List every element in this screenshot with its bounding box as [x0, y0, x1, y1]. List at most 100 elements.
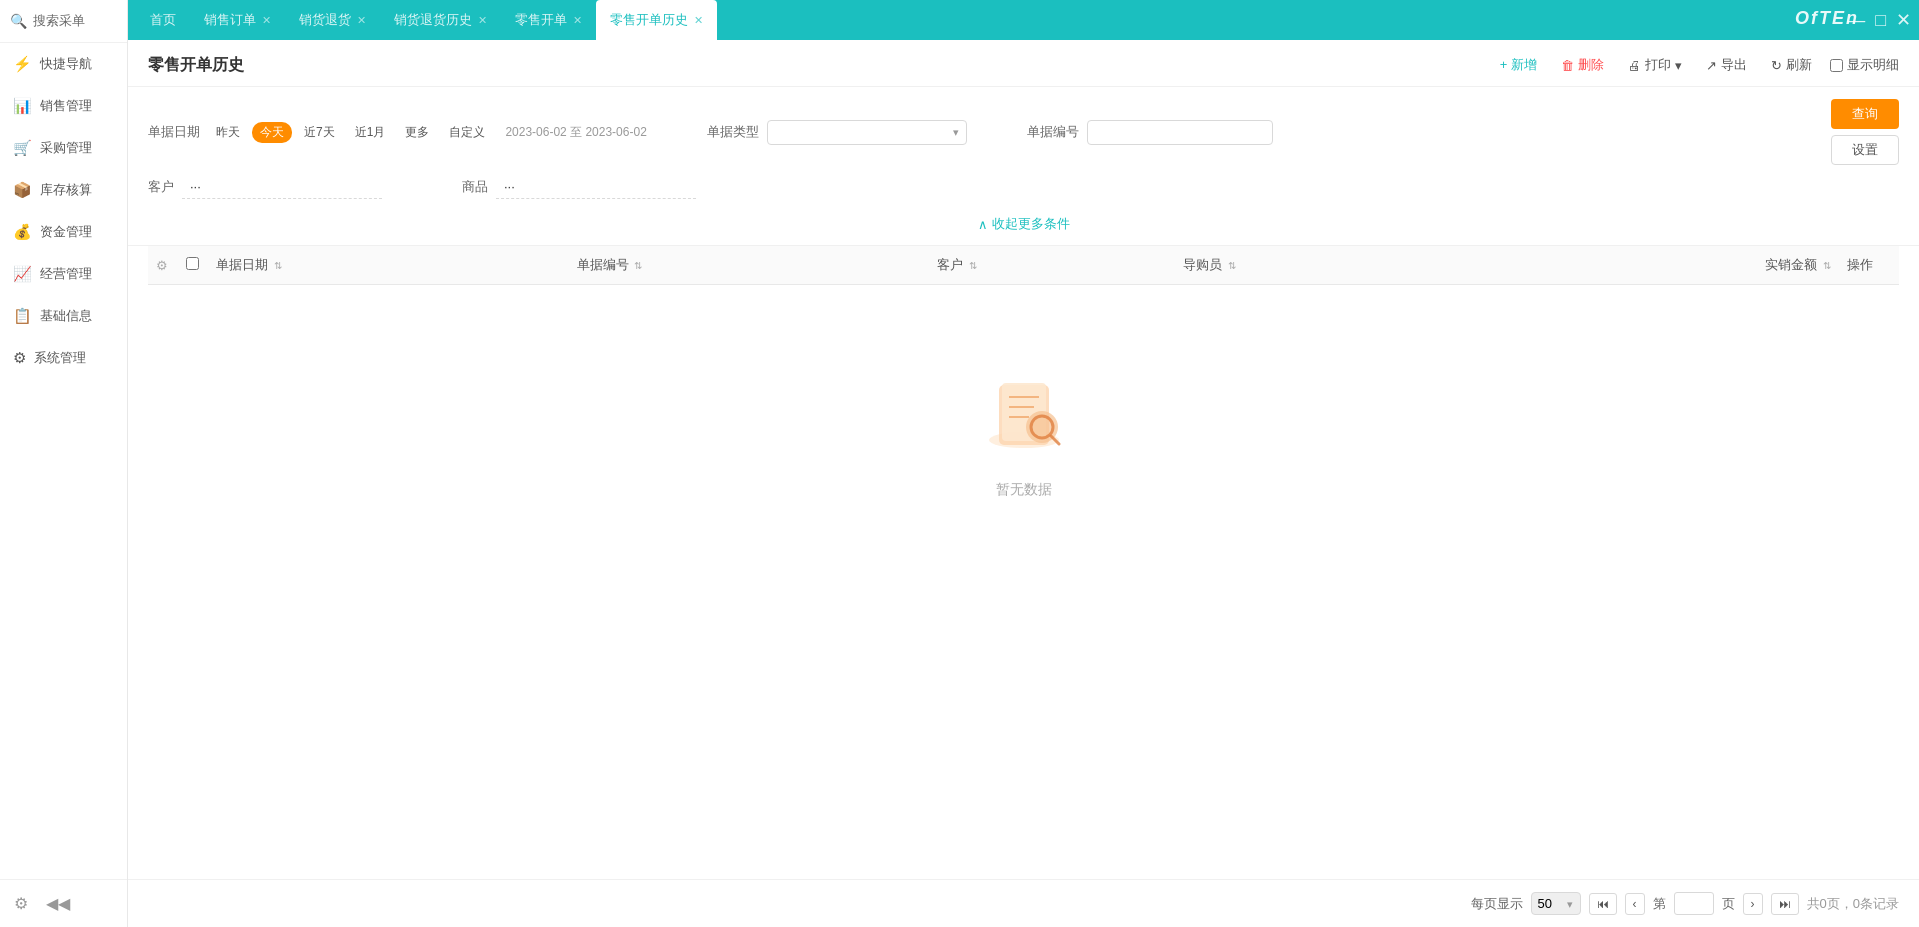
sort-number-icon[interactable]: ⇅ [634, 260, 642, 271]
tab-label-sales-order: 销售订单 [204, 11, 256, 29]
filter-row-1: 单据日期 昨天今天近7天近1月更多自定义 2023-06-02 至 2023-0… [148, 99, 1899, 165]
tab-retail-history[interactable]: 零售开单历史 ✕ [596, 0, 717, 40]
type-select[interactable] [767, 120, 967, 145]
sidebar-item-system-mgmt[interactable]: ⚙ 系统管理 [0, 337, 127, 379]
tab-label-sales-return-history: 销货退货历史 [394, 11, 472, 29]
first-page-btn[interactable]: ⏮ [1589, 893, 1617, 915]
tab-bar: OfTEn 首页销售订单✕销货退货✕销货退货历史✕零售开单✕零售开单历史✕ — … [128, 0, 1919, 40]
sidebar-item-inventory[interactable]: 📦 库存核算 [0, 169, 127, 211]
sort-customer-icon[interactable]: ⇅ [969, 260, 977, 271]
date-range-display: 2023-06-02 至 2023-06-02 [505, 124, 646, 141]
th-guide: 导购员 ⇅ [1175, 246, 1478, 285]
type-filter-group: 单据类型 [707, 120, 967, 145]
export-button[interactable]: ↗ 导出 [1700, 52, 1753, 78]
customer-filter-label: 客户 [148, 178, 174, 196]
window-close-icon[interactable]: ✕ [1896, 9, 1911, 31]
page-actions: + 新增 🗑 删除 🖨 打印 ▾ ↗ 导出 ↻ 刷新 [1494, 52, 1899, 78]
search-menu[interactable]: 🔍 搜索采单 [0, 0, 127, 43]
delete-icon: 🗑 [1561, 58, 1574, 73]
inventory-icon: 📦 [13, 181, 32, 199]
sidebar-item-operations-mgmt[interactable]: 📈 经营管理 [0, 253, 127, 295]
print-button[interactable]: 🖨 打印 ▾ [1622, 52, 1688, 78]
sidebar-item-purchase-mgmt[interactable]: 🛒 采购管理 [0, 127, 127, 169]
tab-close-sales-return-history[interactable]: ✕ [478, 14, 487, 27]
display-detail-checkbox[interactable] [1830, 59, 1843, 72]
page-size-wrapper: 50 100 200 [1531, 892, 1581, 915]
sidebar-item-label-inventory: 库存核算 [40, 181, 92, 199]
goods-filter-group: 商品 [462, 175, 696, 199]
refresh-button[interactable]: ↻ 刷新 [1765, 52, 1818, 78]
tab-sales-order[interactable]: 销售订单 ✕ [190, 0, 285, 40]
select-all-checkbox[interactable] [186, 257, 199, 270]
sidebar-item-basic-info[interactable]: 📋 基础信息 [0, 295, 127, 337]
tab-close-retail-history[interactable]: ✕ [694, 14, 703, 27]
tab-label-home: 首页 [150, 11, 176, 29]
print-dropdown-icon: ▾ [1675, 58, 1682, 73]
table-settings-icon[interactable]: ⚙ [156, 258, 168, 273]
date-opt-近7天[interactable]: 近7天 [296, 122, 343, 143]
tab-close-retail-open[interactable]: ✕ [573, 14, 582, 27]
tab-sales-return[interactable]: 销货退货 ✕ [285, 0, 380, 40]
system-mgmt-icon: ⚙ [13, 349, 26, 367]
per-page-label: 每页显示 [1471, 895, 1523, 913]
refresh-icon: ↻ [1771, 58, 1782, 73]
query-btns: 查询 设置 [1831, 99, 1899, 165]
sidebar-item-label-quick-nav: 快捷导航 [40, 55, 92, 73]
date-opt-昨天[interactable]: 昨天 [208, 122, 248, 143]
total-info: 共0页，0条记录 [1807, 895, 1899, 913]
page-word: 第 [1653, 895, 1666, 913]
tab-home[interactable]: 首页 [136, 0, 190, 40]
tab-label-retail-history: 零售开单历史 [610, 11, 688, 29]
next-page-btn[interactable]: › [1743, 893, 1763, 915]
prev-page-btn[interactable]: ‹ [1625, 893, 1645, 915]
number-filter-group: 单据编号 [1027, 120, 1273, 145]
th-customer: 客户 ⇅ [929, 246, 1175, 285]
window-maximize-icon[interactable]: □ [1875, 10, 1886, 31]
sort-date-icon[interactable]: ⇅ [274, 260, 282, 271]
date-opt-更多[interactable]: 更多 [397, 122, 437, 143]
th-actions: 操作 [1839, 246, 1899, 285]
sidebar-item-sales-mgmt[interactable]: 📊 销售管理 [0, 85, 127, 127]
settings-button[interactable]: 设置 [1831, 135, 1899, 165]
date-opt-今天[interactable]: 今天 [252, 122, 292, 143]
date-opt-自定义[interactable]: 自定义 [441, 122, 493, 143]
page-label: 页 [1722, 895, 1735, 913]
query-button[interactable]: 查询 [1831, 99, 1899, 129]
date-options: 昨天今天近7天近1月更多自定义 [208, 122, 493, 143]
delete-button[interactable]: 🗑 删除 [1555, 52, 1610, 78]
last-page-btn[interactable]: ⏭ [1771, 893, 1799, 915]
number-input[interactable] [1087, 120, 1273, 145]
search-label: 搜索采单 [33, 12, 85, 30]
collapse-conditions-btn[interactable]: ∧ 收起更多条件 [148, 209, 1899, 237]
sidebar-item-label-sales-mgmt: 销售管理 [40, 97, 92, 115]
page-size-select[interactable]: 50 100 200 [1531, 892, 1581, 915]
table-area: ⚙ 单据日期 ⇅ 单据编号 ⇅ [128, 246, 1919, 879]
tab-close-sales-order[interactable]: ✕ [262, 14, 271, 27]
tab-label-sales-return: 销货退货 [299, 11, 351, 29]
sort-amount-icon[interactable]: ⇅ [1823, 260, 1831, 271]
display-detail-toggle[interactable]: 显示明细 [1830, 56, 1899, 74]
data-table: ⚙ 单据日期 ⇅ 单据编号 ⇅ [148, 246, 1899, 285]
date-opt-近1月[interactable]: 近1月 [347, 122, 394, 143]
current-page-input[interactable]: 1 [1674, 892, 1714, 915]
sort-guide-icon[interactable]: ⇅ [1228, 260, 1236, 271]
content-area: 零售开单历史 + 新增 🗑 删除 🖨 打印 ▾ ↗ 导出 ↻ [128, 40, 1919, 927]
tab-sales-return-history[interactable]: 销货退货历史 ✕ [380, 0, 501, 40]
sidebar-item-finance-mgmt[interactable]: 💰 资金管理 [0, 211, 127, 253]
filter-row-2: 客户 商品 [148, 175, 1899, 199]
basic-info-icon: 📋 [13, 307, 32, 325]
add-button[interactable]: + 新增 [1494, 52, 1543, 78]
sidebar-gear-icon[interactable]: ⚙ [10, 890, 32, 917]
finance-mgmt-icon: 💰 [13, 223, 32, 241]
tab-close-sales-return[interactable]: ✕ [357, 14, 366, 27]
type-filter-label: 单据类型 [707, 123, 759, 141]
goods-input[interactable] [496, 175, 696, 199]
date-filter-group: 单据日期 昨天今天近7天近1月更多自定义 2023-06-02 至 2023-0… [148, 122, 647, 143]
sidebar: 🔍 搜索采单 ⚡ 快捷导航📊 销售管理🛒 采购管理📦 库存核算💰 资金管理📈 经… [0, 0, 128, 927]
sidebar-item-quick-nav[interactable]: ⚡ 快捷导航 [0, 43, 127, 85]
customer-input[interactable] [182, 175, 382, 199]
tab-retail-open[interactable]: 零售开单✕ [501, 0, 596, 40]
sidebar-collapse-icon[interactable]: ◀◀ [42, 890, 74, 917]
date-filter-label: 单据日期 [148, 123, 200, 141]
main-area: OfTEn 首页销售订单✕销货退货✕销货退货历史✕零售开单✕零售开单历史✕ — … [128, 0, 1919, 927]
